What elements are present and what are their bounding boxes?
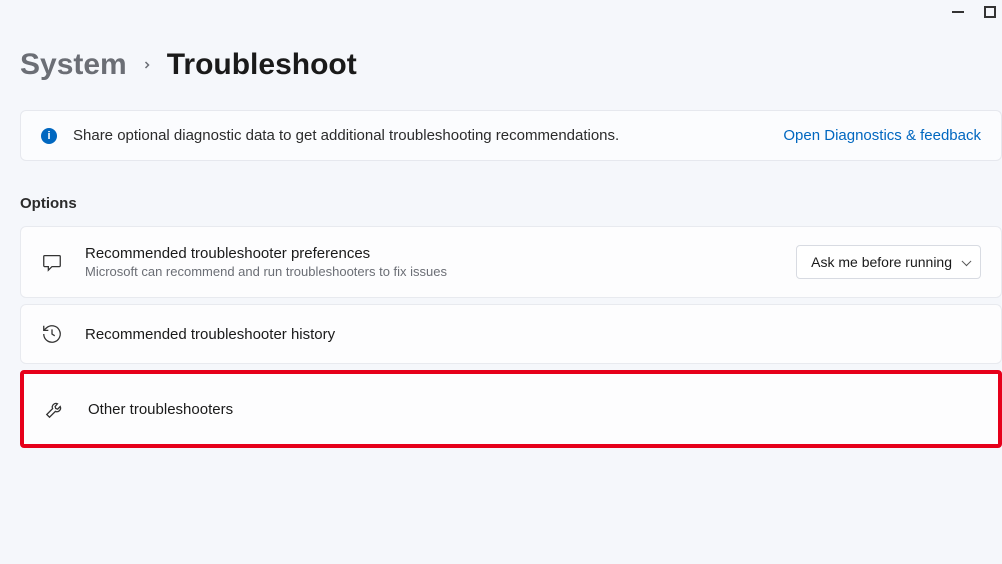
card-title: Recommended troubleshooter history [85,326,981,343]
minimize-button[interactable] [952,11,964,13]
chat-icon [41,251,63,273]
card-body: Recommended troubleshooter preferences M… [85,245,774,279]
options-label: Options [0,161,1002,226]
card-title: Other troubleshooters [88,401,978,418]
card-subtitle: Microsoft can recommend and run troubles… [85,264,774,279]
breadcrumb-parent[interactable]: System [20,48,127,82]
breadcrumb: System Troubleshoot [0,0,1002,110]
select-value: Ask me before running [811,254,952,270]
open-diagnostics-link[interactable]: Open Diagnostics & feedback [783,127,981,144]
wrench-icon [44,398,66,420]
diagnostics-banner: i Share optional diagnostic data to get … [20,110,1002,161]
info-icon: i [41,128,57,144]
banner-text: Share optional diagnostic data to get ad… [73,127,767,144]
other-troubleshooters-card[interactable]: Other troubleshooters [20,370,1002,448]
breadcrumb-current: Troubleshoot [167,48,357,82]
maximize-button[interactable] [984,6,996,18]
recommended-prefs-card[interactable]: Recommended troubleshooter preferences M… [20,226,1002,298]
chevron-right-icon [141,55,153,76]
window-controls [952,6,996,18]
card-title: Recommended troubleshooter preferences [85,245,774,262]
troubleshooter-history-card[interactable]: Recommended troubleshooter history [20,304,1002,364]
card-body: Recommended troubleshooter history [85,326,981,343]
history-icon [41,323,63,345]
prefs-select[interactable]: Ask me before running [796,245,981,279]
card-body: Other troubleshooters [88,401,978,418]
